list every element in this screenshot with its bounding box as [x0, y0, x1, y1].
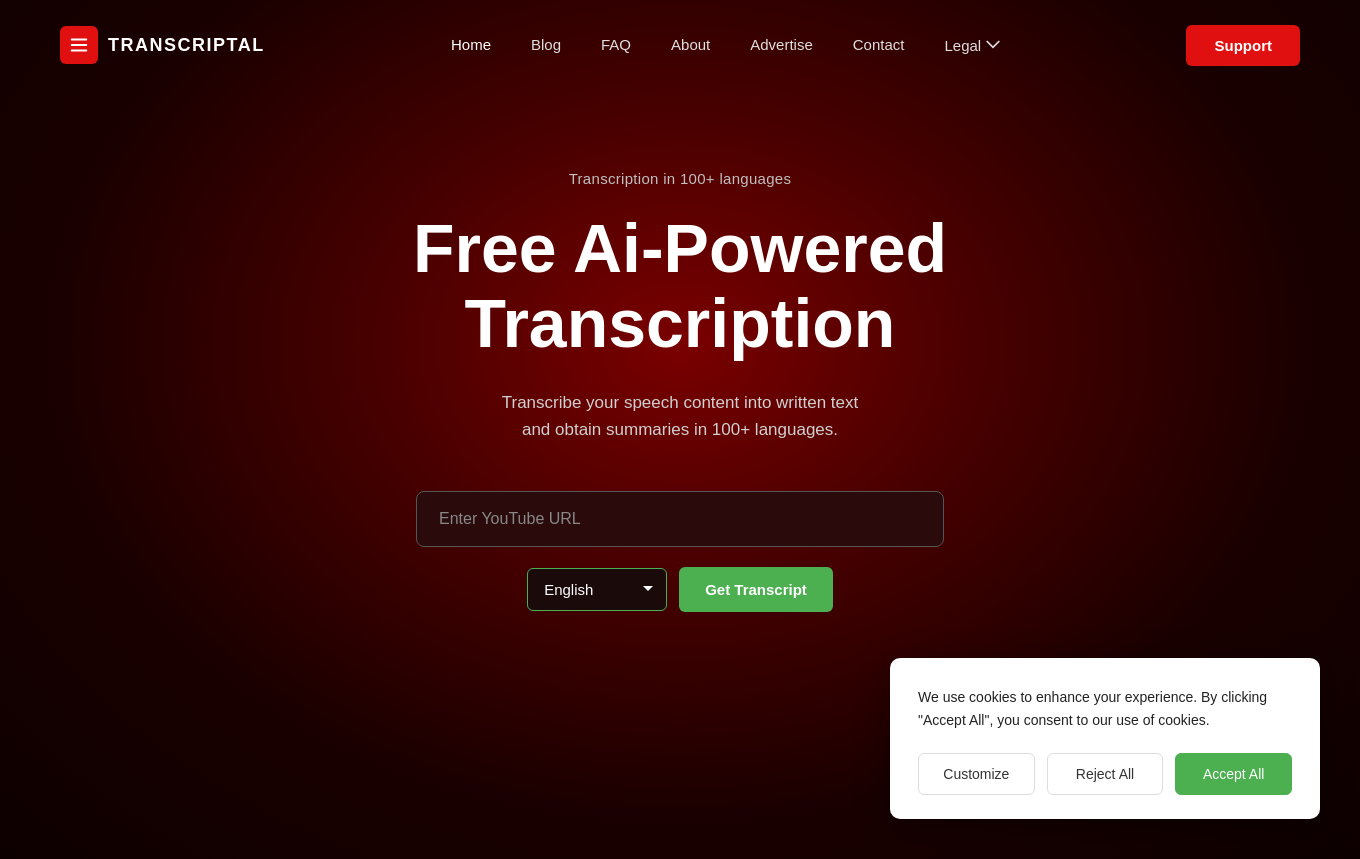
- svg-rect-0: [71, 39, 88, 41]
- url-input-wrapper: [416, 491, 944, 547]
- hero-title-line2: Transcription: [465, 285, 896, 361]
- logo[interactable]: TRANSCRIPTAL: [60, 26, 265, 64]
- nav-blog[interactable]: Blog: [531, 36, 561, 53]
- hero-title-line1: Free Ai-Powered: [413, 210, 947, 286]
- hero-tagline: Transcription in 100+ languages: [569, 170, 792, 187]
- nav-links: Home Blog FAQ About Advertise Contact Le…: [451, 36, 1000, 54]
- hero-subtitle-line1: Transcribe your speech content into writ…: [502, 393, 859, 412]
- logo-text: TRANSCRIPTAL: [108, 35, 265, 56]
- customize-button[interactable]: Customize: [918, 753, 1035, 795]
- nav-legal-label: Legal: [944, 37, 981, 54]
- nav-faq[interactable]: FAQ: [601, 36, 631, 53]
- youtube-url-input[interactable]: [416, 491, 944, 547]
- svg-rect-2: [71, 50, 88, 52]
- navbar: TRANSCRIPTAL Home Blog FAQ About Adverti…: [0, 0, 1360, 90]
- cookie-buttons: Customize Reject All Accept All: [918, 753, 1292, 795]
- cookie-message: We use cookies to enhance your experienc…: [918, 686, 1292, 731]
- nav-home[interactable]: Home: [451, 36, 491, 53]
- nav-advertise[interactable]: Advertise: [750, 36, 813, 53]
- nav-contact[interactable]: Contact: [853, 36, 905, 53]
- support-button[interactable]: Support: [1186, 25, 1300, 66]
- logo-icon: [60, 26, 98, 64]
- nav-legal-dropdown[interactable]: Legal: [944, 37, 1000, 54]
- hero-section: Transcription in 100+ languages Free Ai-…: [0, 90, 1360, 672]
- hero-title: Free Ai-Powered Transcription: [413, 211, 947, 361]
- controls-row: English Spanish French German Italian Po…: [527, 567, 833, 612]
- chevron-down-icon: [986, 38, 1000, 52]
- hero-subtitle: Transcribe your speech content into writ…: [502, 389, 859, 443]
- reject-all-button[interactable]: Reject All: [1047, 753, 1164, 795]
- get-transcript-button[interactable]: Get Transcript: [679, 567, 833, 612]
- cookie-banner: We use cookies to enhance your experienc…: [890, 658, 1320, 819]
- hero-subtitle-line2: and obtain summaries in 100+ languages.: [522, 420, 838, 439]
- accept-all-button[interactable]: Accept All: [1175, 753, 1292, 795]
- language-select[interactable]: English Spanish French German Italian Po…: [527, 568, 667, 611]
- nav-about[interactable]: About: [671, 36, 710, 53]
- menu-icon: [68, 34, 90, 56]
- svg-rect-1: [71, 44, 88, 46]
